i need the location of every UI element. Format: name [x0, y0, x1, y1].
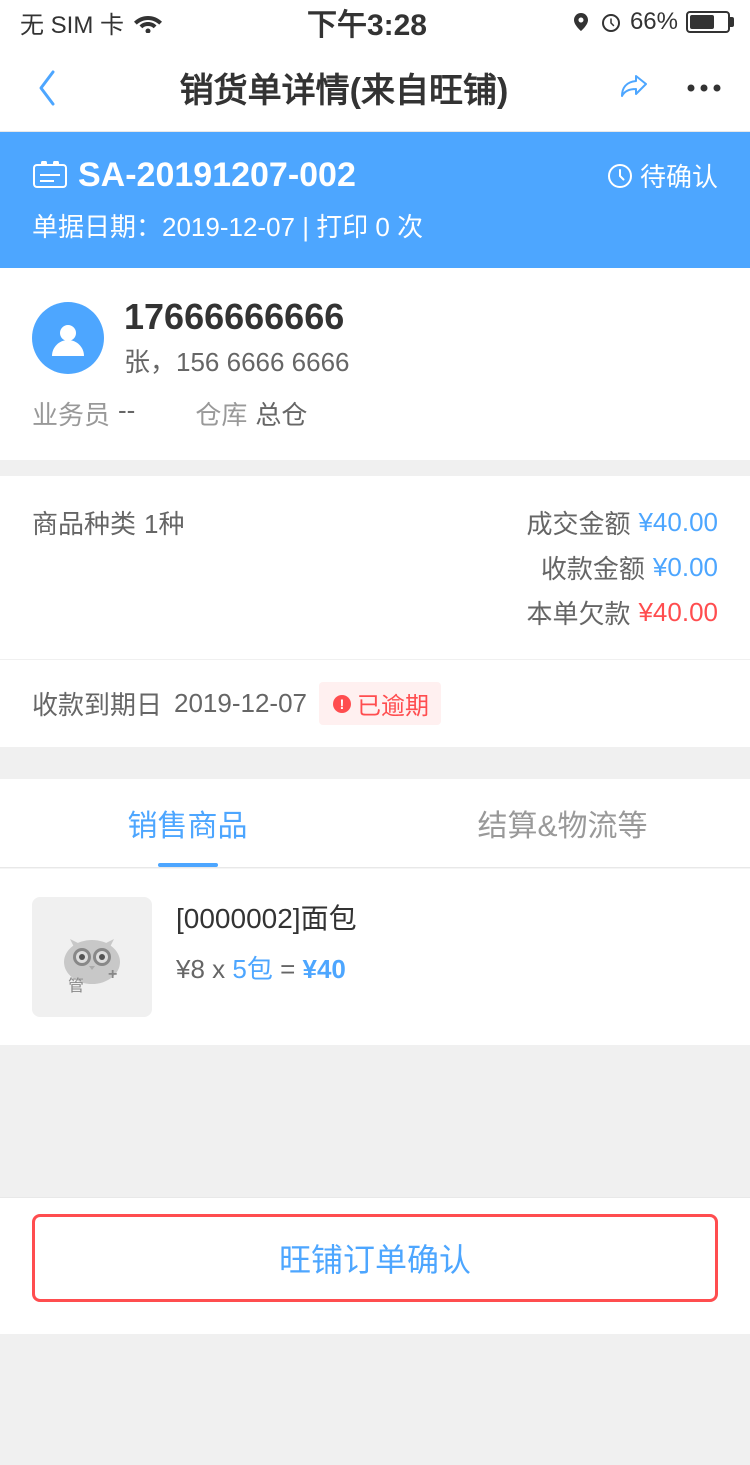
customer-meta: 业务员 -- 仓库 总仓	[32, 395, 718, 432]
divider-1	[0, 460, 750, 476]
transaction-amount: ¥40.00	[638, 507, 718, 538]
overdue-badge: ! 已逾期	[319, 682, 441, 725]
battery-label: 66%	[630, 8, 678, 36]
warehouse-item: 仓库 总仓	[195, 395, 307, 432]
order-icon	[32, 161, 68, 191]
nav-bar: 销货单详情(来自旺铺)	[0, 44, 750, 132]
product-info: [0000002]面包 ¥8 x 5包 = ¥40	[176, 897, 718, 1017]
nav-actions	[614, 66, 726, 110]
product-qty: 5包	[232, 954, 272, 984]
summary-row: 商品种类 1种 成交金额 ¥40.00 收款金额 ¥0.00 本单欠款 ¥40.…	[32, 504, 718, 631]
tab-products[interactable]: 销售商品	[0, 779, 375, 867]
warehouse-label: 仓库	[195, 395, 247, 432]
wifi-icon	[132, 11, 164, 33]
status-right: 66%	[570, 8, 730, 36]
carrier-label: 无 SIM 卡	[20, 5, 124, 40]
warning-icon: !	[331, 693, 353, 715]
product-image: + 管	[52, 917, 132, 997]
customer-row: 17666666666 张，156 6666 6666	[32, 296, 718, 379]
divider-2	[0, 747, 750, 763]
debt-item: 本单欠款 ¥40.00	[526, 594, 718, 631]
bottom-bar: 旺铺订单确认	[0, 1197, 750, 1334]
warehouse-value: 总仓	[255, 395, 307, 432]
status-left: 无 SIM 卡	[20, 5, 164, 40]
back-button[interactable]	[24, 63, 74, 113]
received-item: 收款金额 ¥0.00	[541, 549, 718, 586]
order-header-top: SA-20191207-002 待确认	[32, 156, 718, 195]
status-bar: 无 SIM 卡 下午3:28 66%	[0, 0, 750, 44]
product-item: + 管 [0000002]面包 ¥8 x 5包 = ¥40	[0, 868, 750, 1045]
product-name: [0000002]面包	[176, 897, 718, 937]
tabs-section: 销售商品 结算&物流等 +	[0, 779, 750, 1045]
due-section: 收款到期日 2019-12-07 ! 已逾期	[0, 659, 750, 747]
received-amount: ¥0.00	[653, 552, 718, 583]
product-price: ¥8 x 5包 = ¥40	[176, 949, 718, 986]
customer-info: 17666666666 张，156 6666 6666	[124, 296, 718, 379]
product-types-label: 商品种类	[32, 504, 136, 541]
amounts: 成交金额 ¥40.00 收款金额 ¥0.00 本单欠款 ¥40.00	[526, 504, 718, 631]
salesperson-value: --	[118, 395, 135, 432]
customer-name: 张，156 6666 6666	[124, 342, 718, 379]
order-header: SA-20191207-002 待确认 单据日期：2019-12-07 | 打印…	[0, 132, 750, 268]
transaction-label: 成交金额	[526, 504, 630, 541]
battery-fill	[690, 15, 714, 29]
order-status: 待确认	[606, 157, 718, 194]
customer-section: 17666666666 张，156 6666 6666 业务员 -- 仓库 总仓	[0, 268, 750, 460]
product-types-value: 1种	[144, 504, 184, 541]
svg-text:+: +	[108, 966, 117, 983]
product-types: 商品种类 1种	[32, 504, 184, 541]
share-button[interactable]	[614, 66, 658, 110]
alarm-icon	[600, 11, 622, 33]
transaction-item: 成交金额 ¥40.00	[526, 504, 718, 541]
customer-phone: 17666666666	[124, 296, 718, 338]
page-title: 销货单详情(来自旺铺)	[180, 63, 509, 112]
debt-label: 本单欠款	[526, 594, 630, 631]
debt-amount: ¥40.00	[638, 597, 718, 628]
tab-settlement[interactable]: 结算&物流等	[375, 779, 750, 867]
time-display: 下午3:28	[307, 0, 427, 44]
product-total: ¥40	[303, 954, 346, 984]
svg-text:!: !	[340, 696, 345, 712]
summary-section: 商品种类 1种 成交金额 ¥40.00 收款金额 ¥0.00 本单欠款 ¥40.…	[0, 476, 750, 659]
due-date: 2019-12-07	[174, 688, 307, 719]
due-label: 收款到期日	[32, 685, 162, 722]
tabs-bar: 销售商品 结算&物流等	[0, 779, 750, 868]
product-thumbnail: + 管	[32, 897, 152, 1017]
battery-icon	[686, 11, 730, 33]
location-icon	[570, 11, 592, 33]
more-button[interactable]	[682, 66, 726, 110]
order-id: SA-20191207-002	[32, 156, 356, 195]
salesperson-label: 业务员	[32, 395, 110, 432]
order-date: 单据日期：2019-12-07 | 打印 0 次	[32, 207, 718, 244]
confirm-button[interactable]: 旺铺订单确认	[32, 1214, 718, 1302]
overdue-text: 已逾期	[357, 686, 429, 721]
clock-icon	[606, 162, 634, 190]
svg-text:管: 管	[68, 977, 84, 995]
salesperson-item: 业务员 --	[32, 395, 135, 432]
received-label: 收款金额	[541, 549, 645, 586]
avatar	[32, 302, 104, 374]
bottom-padding	[0, 1325, 750, 1465]
